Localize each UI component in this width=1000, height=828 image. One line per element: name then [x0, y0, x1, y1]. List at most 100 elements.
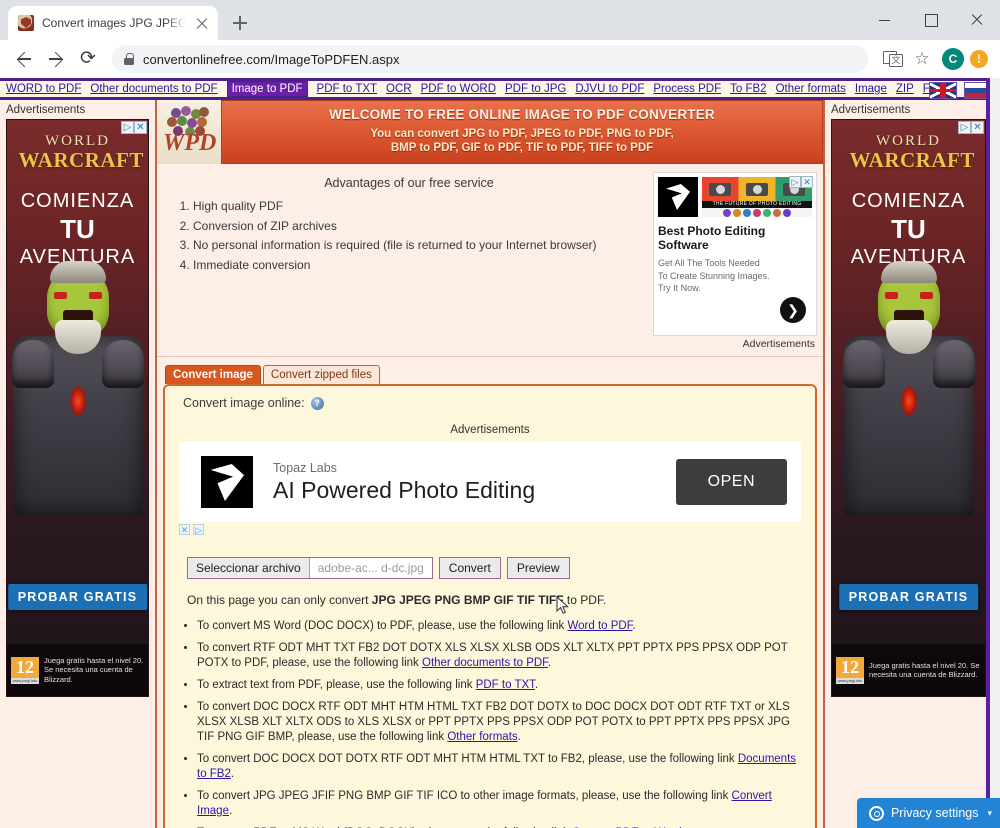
info-suffix: . [547, 657, 552, 669]
wow-logo-line1: WORLD [45, 133, 110, 149]
info-text: To extract text from PDF, please, use th… [197, 679, 476, 691]
reload-icon[interactable]: ⟳ [74, 45, 102, 73]
info-link[interactable]: Other documents to PDF [422, 657, 548, 669]
nav-link-pdf-to-word[interactable]: PDF to WORD [421, 83, 496, 95]
site-navigation: WORD to PDF Other documents to PDF Image… [0, 78, 1000, 100]
ad-close-icon[interactable]: ✕ [801, 176, 813, 188]
ad-close-icon[interactable]: ✕ [134, 121, 147, 134]
forward-icon[interactable] [42, 45, 70, 73]
convert-form: Seleccionar archivo adobe-ac... d-dc.jpg… [165, 535, 815, 579]
pegi-rating: 12 www.pegi.info [836, 656, 864, 684]
format-note: On this page you can only convert JPG JP… [165, 579, 815, 607]
back-icon[interactable] [10, 45, 38, 73]
page-scrollbar[interactable] [990, 78, 1000, 828]
info-link[interactable]: Other formats [447, 731, 517, 743]
info-suffix: . [228, 805, 233, 817]
adchoices-icon[interactable]: ▷ [958, 121, 971, 134]
ad-close-icon[interactable]: ✕ [971, 121, 984, 134]
window-close-icon[interactable] [954, 0, 1000, 40]
top-ad-controls: ▷ ✕ [789, 176, 813, 188]
tab-title: Convert images JPG JPEG PNG B [42, 16, 186, 30]
avatar[interactable]: C [942, 48, 964, 70]
orc-pauldron-left [11, 340, 54, 388]
topaz-logo-icon [201, 456, 253, 508]
advantages-section: Advantages of our free service High qual… [157, 164, 823, 357]
nav-link-word-to-pdf[interactable]: WORD to PDF [6, 83, 81, 95]
format-note-formats: JPG JPEG PNG BMP GIF TIF TIFF [371, 593, 564, 607]
top-ad-strip-text: THE FUTURE OF PHOTO EDITING [702, 201, 812, 208]
pegi-rating: 12 www.pegi.info [11, 656, 39, 684]
bookmark-star-icon[interactable]: ☆ [908, 45, 936, 73]
nav-link-djvu-to-pdf[interactable]: DJVU to PDF [575, 83, 644, 95]
toolbar-actions: ☆ C ! [878, 45, 990, 73]
right-ad-headline: COMIENZA TU AVENTURA [832, 190, 985, 269]
info-link[interactable]: PDF to TXT [476, 679, 535, 691]
tab-strip: Convert images JPG JPEG PNG B [0, 0, 1000, 40]
top-ad-arrow-icon[interactable]: ❯ [780, 297, 806, 323]
right-ad-headline-1: COMIENZA [851, 190, 966, 212]
convert-button[interactable]: Convert [438, 557, 501, 579]
orc-pauldron-right [932, 340, 975, 388]
wow-logo: WORLD WARCRAFT [845, 132, 975, 182]
browser-tab[interactable]: Convert images JPG JPEG PNG B [8, 6, 218, 40]
orc-hair [880, 261, 937, 283]
wow-logo-line2: WARCRAFT [849, 148, 975, 172]
nav-link-other-documents-to-pdf[interactable]: Other documents to PDF [90, 83, 217, 95]
ad-close-icon[interactable]: ✕ [179, 524, 190, 535]
tab-convert-image[interactable]: Convert image [165, 365, 261, 384]
address-bar[interactable]: convertonlinefree.com/ImageToPDFEN.aspx [112, 45, 868, 73]
hero-subtitle-1: You can convert JPG to PDF, JPEG to PDF,… [370, 128, 674, 140]
nav-link-other-formats[interactable]: Other formats [776, 83, 846, 95]
orc-hair [49, 261, 106, 283]
nav-link-image[interactable]: Image [855, 83, 887, 95]
alert-icon[interactable]: ! [970, 50, 988, 68]
panel-title: Convert image online: [183, 396, 305, 410]
right-ad-column: Advertisements ▷ ✕ WORLD WARCRAFT COMIEN… [825, 100, 1000, 697]
topaz-open-button[interactable]: OPEN [675, 459, 787, 505]
top-ad-body: Get All The Tools Needed To Create Stunn… [658, 258, 770, 293]
nav-link-zip[interactable]: ZIP [896, 83, 914, 95]
top-banner-ad[interactable]: ▷ ✕ THE FUTURE OF PHOTO EDITING Best Pho… [653, 172, 817, 336]
list-item: To convert DOC DOCX RTF ODT MHT HTM HTML… [197, 700, 801, 745]
info-text: To convert DOC DOCX DOT DOTX RTF ODT MHT… [197, 753, 738, 765]
info-link[interactable]: Word to PDF [567, 620, 632, 632]
adchoices-icon[interactable]: ▷ [789, 176, 801, 188]
help-icon[interactable]: ? [310, 396, 324, 410]
orc-eye-right [919, 292, 933, 299]
panel-title-row: Convert image online: ? [165, 396, 815, 410]
format-note-prefix: On this page you can only convert [187, 593, 372, 607]
info-suffix: . [517, 731, 521, 743]
adchoices-icon[interactable]: ▷ [193, 524, 204, 535]
left-ad-banner[interactable]: ▷ ✕ WORLD WARCRAFT COMIENZA TU AVENTURA [6, 119, 149, 697]
nav-link-to-fb2[interactable]: To FB2 [730, 83, 766, 95]
right-ad-cta-button[interactable]: PROBAR GRATIS [838, 584, 979, 610]
topaz-ad[interactable]: Topaz Labs AI Powered Photo Editing OPEN [179, 442, 801, 522]
translate-icon[interactable] [878, 45, 906, 73]
preview-button[interactable]: Preview [506, 557, 570, 579]
maximize-icon[interactable] [908, 0, 954, 40]
flag-english-icon[interactable] [929, 82, 957, 99]
pegi-sub: www.pegi.info [836, 677, 864, 684]
nav-link-pdf-to-jpg[interactable]: PDF to JPG [505, 83, 566, 95]
right-ads-label: Advertisements [831, 104, 911, 116]
window-controls [862, 0, 1000, 40]
choose-file-button[interactable]: Seleccionar archivo [188, 558, 310, 578]
wow-logo: WORLD WARCRAFT [14, 132, 143, 182]
left-ad-cta-button[interactable]: PROBAR GRATIS [7, 584, 148, 610]
nav-link-image-to-pdf[interactable]: Image to PDF [226, 81, 308, 97]
new-tab-button[interactable] [226, 9, 254, 37]
privacy-settings-button[interactable]: Privacy settings ▾ [856, 798, 1000, 828]
adchoices-icon[interactable]: ▷ [121, 121, 134, 134]
minimize-icon[interactable] [862, 0, 908, 40]
list-item: To convert JPG JPEG JFIF PNG BMP GIF TIF… [197, 789, 801, 819]
file-input[interactable]: Seleccionar archivo adobe-ac... d-dc.jpg [187, 557, 433, 579]
orc-chest-glow [69, 386, 86, 416]
nav-link-ocr[interactable]: OCR [386, 83, 412, 95]
chevron-down-icon[interactable]: ▾ [987, 808, 992, 819]
right-ad-banner[interactable]: ▷ ✕ WORLD WARCRAFT COMIENZA TU AVENTURA [831, 119, 986, 697]
privacy-settings-label: Privacy settings [890, 806, 979, 820]
tab-convert-zipped-files[interactable]: Convert zipped files [262, 365, 380, 384]
nav-link-process-pdf[interactable]: Process PDF [653, 83, 721, 95]
close-icon[interactable] [194, 15, 210, 31]
nav-link-pdf-to-txt[interactable]: PDF to TXT [317, 83, 378, 95]
